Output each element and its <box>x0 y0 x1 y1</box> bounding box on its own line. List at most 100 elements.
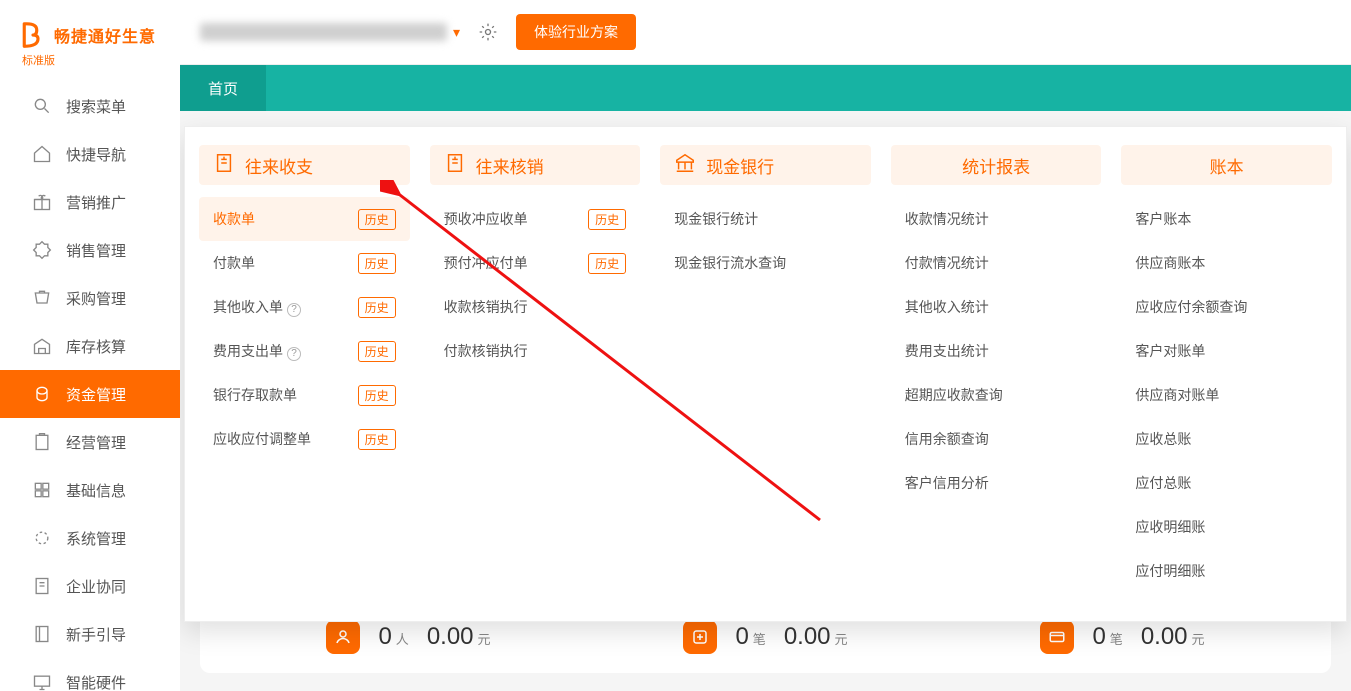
help-icon[interactable]: ? <box>287 347 301 361</box>
sidebar-item-operations[interactable]: 经营管理 <box>0 418 180 466</box>
book-icon <box>32 624 52 644</box>
sidebar-item-funds[interactable]: 资金管理 <box>0 370 180 418</box>
sidebar-item-label: 快捷导航 <box>66 144 126 165</box>
stat-unit: 笔 <box>1110 629 1123 648</box>
megamenu-item[interactable]: 预收冲应收单 历史 <box>430 197 641 241</box>
megamenu-item[interactable]: 费用支出单? 历史 <box>199 329 410 373</box>
stat-unit: 人 <box>396 629 409 648</box>
megamenu-item[interactable]: 客户信用分析 <box>891 461 1102 505</box>
sidebar-item-base[interactable]: 基础信息 <box>0 466 180 514</box>
stat-number: 0 <box>735 623 748 651</box>
megamenu-item-label: 费用支出单? <box>213 341 301 361</box>
stat-unit: 元 <box>478 629 491 648</box>
megamenu-item-label: 其他收入单? <box>213 297 301 317</box>
megamenu-item[interactable]: 应收明细账 <box>1121 505 1332 549</box>
cart-icon <box>32 288 52 308</box>
sidebar-item-purchase[interactable]: 采购管理 <box>0 274 180 322</box>
money-icon <box>32 384 52 404</box>
megamenu-item-label: 客户账本 <box>1135 209 1191 229</box>
megamenu-item[interactable]: 信用余额查询 <box>891 417 1102 461</box>
megamenu-item-label: 应收应付余额查询 <box>1135 297 1247 317</box>
gear-icon <box>478 22 498 42</box>
history-badge[interactable]: 历史 <box>358 209 396 230</box>
megamenu-item[interactable]: 应收应付调整单 历史 <box>199 417 410 461</box>
settings-icon <box>32 528 52 548</box>
megamenu-item[interactable]: 付款核销执行 <box>430 329 641 373</box>
megamenu-item[interactable]: 客户账本 <box>1121 197 1332 241</box>
brand-edition: 标准版 <box>18 50 180 68</box>
stat-icon <box>683 620 717 654</box>
megamenu-item[interactable]: 收款单历史 <box>199 197 410 241</box>
sidebar-item-label: 库存核算 <box>66 336 126 357</box>
sidebar-item-label: 经营管理 <box>66 432 126 453</box>
megamenu-list: 客户账本供应商账本应收应付余额查询客户对账单供应商对账单应收总账应付总账应收明细… <box>1121 185 1332 593</box>
sidebar-item-label: 新手引导 <box>66 624 126 645</box>
megamenu-item[interactable]: 供应商账本 <box>1121 241 1332 285</box>
history-badge[interactable]: 历史 <box>358 341 396 362</box>
megamenu-item[interactable]: 客户对账单 <box>1121 329 1332 373</box>
megamenu-item[interactable]: 应收应付余额查询 <box>1121 285 1332 329</box>
gift-icon <box>32 192 52 212</box>
grid-icon <box>32 480 52 500</box>
entity-selector[interactable]: ▾ <box>200 14 460 50</box>
history-badge[interactable]: 历史 <box>358 253 396 274</box>
chevron-down-icon: ▾ <box>453 24 460 41</box>
settings-button[interactable] <box>470 14 506 50</box>
megamenu-item[interactable]: 应收总账 <box>1121 417 1332 461</box>
sidebar-item-marketing[interactable]: 营销推广 <box>0 178 180 226</box>
stat-number: 0 <box>378 623 391 651</box>
megamenu-col-header: 往来核销 <box>430 145 641 185</box>
megamenu-item-label: 预收冲应收单 <box>444 209 528 229</box>
megamenu-item[interactable]: 付款情况统计 <box>891 241 1102 285</box>
megamenu-item[interactable]: 收款情况统计 <box>891 197 1102 241</box>
sidebar-item-quicknav[interactable]: 快捷导航 <box>0 130 180 178</box>
megamenu-item[interactable]: 收款核销执行 <box>430 285 641 329</box>
megamenu-item[interactable]: 应付明细账 <box>1121 549 1332 593</box>
sidebar-item-sales[interactable]: 销售管理 <box>0 226 180 274</box>
tab-strip: 首页 <box>180 65 1351 111</box>
megamenu-item[interactable]: 其他收入单? 历史 <box>199 285 410 329</box>
history-badge[interactable]: 历史 <box>358 385 396 406</box>
megamenu-item[interactable]: 应付总账 <box>1121 461 1332 505</box>
sidebar-item-label: 资金管理 <box>66 384 126 405</box>
sidebar-item-hardware[interactable]: 智能硬件 <box>0 658 180 691</box>
history-badge[interactable]: 历史 <box>358 429 396 450</box>
tab-home[interactable]: 首页 <box>180 65 266 111</box>
megamenu-funds: 往来收支 收款单历史付款单历史其他收入单?历史费用支出单?历史银行存取款单历史应… <box>184 126 1347 622</box>
history-badge[interactable]: 历史 <box>358 297 396 318</box>
megamenu-item-label: 应收总账 <box>1135 429 1191 449</box>
sidebar-item-system[interactable]: 系统管理 <box>0 514 180 562</box>
megamenu-col-title: 现金银行 <box>706 153 774 178</box>
megamenu-item-label: 现金银行流水查询 <box>674 253 786 273</box>
sidebar-item-search[interactable]: 搜索菜单 <box>0 82 180 130</box>
history-badge[interactable]: 历史 <box>588 253 626 274</box>
megamenu-item[interactable]: 现金银行流水查询 <box>660 241 871 285</box>
history-badge[interactable]: 历史 <box>588 209 626 230</box>
help-icon[interactable]: ? <box>287 303 301 317</box>
megamenu-col-title: 往来收支 <box>245 153 313 178</box>
megamenu-item[interactable]: 费用支出统计 <box>891 329 1102 373</box>
sidebar-item-collab[interactable]: 企业协同 <box>0 562 180 610</box>
megamenu-item-label: 应付总账 <box>1135 473 1191 493</box>
megamenu-item-label: 现金银行统计 <box>674 209 758 229</box>
megamenu-col-header: 往来收支 <box>199 145 410 185</box>
megamenu-list: 预收冲应收单历史预付冲应付单历史收款核销执行付款核销执行 <box>430 185 641 373</box>
stat-icon <box>326 620 360 654</box>
megamenu-item[interactable]: 付款单历史 <box>199 241 410 285</box>
megamenu-item-label: 其他收入统计 <box>905 297 989 317</box>
megamenu-item[interactable]: 预付冲应付单历史 <box>430 241 641 285</box>
megamenu-item[interactable]: 其他收入统计 <box>891 285 1102 329</box>
stat-number: 0.00 <box>427 623 474 651</box>
megamenu-item-label: 应收应付调整单 <box>213 429 311 449</box>
stat-block: 0人 0.00元 <box>326 620 490 654</box>
megamenu-item[interactable]: 现金银行统计 <box>660 197 871 241</box>
megamenu-item[interactable]: 银行存取款单历史 <box>199 373 410 417</box>
megamenu-item[interactable]: 超期应收款查询 <box>891 373 1102 417</box>
stat-block: 0笔 0.00元 <box>1040 620 1204 654</box>
megamenu-item[interactable]: 供应商对账单 <box>1121 373 1332 417</box>
sidebar-item-guide[interactable]: 新手引导 <box>0 610 180 658</box>
sidebar-item-inventory[interactable]: 库存核算 <box>0 322 180 370</box>
megamenu-list: 收款单历史付款单历史其他收入单?历史费用支出单?历史银行存取款单历史应收应付调整… <box>199 185 410 461</box>
cta-button[interactable]: 体验行业方案 <box>516 14 636 50</box>
badge-icon <box>32 240 52 260</box>
